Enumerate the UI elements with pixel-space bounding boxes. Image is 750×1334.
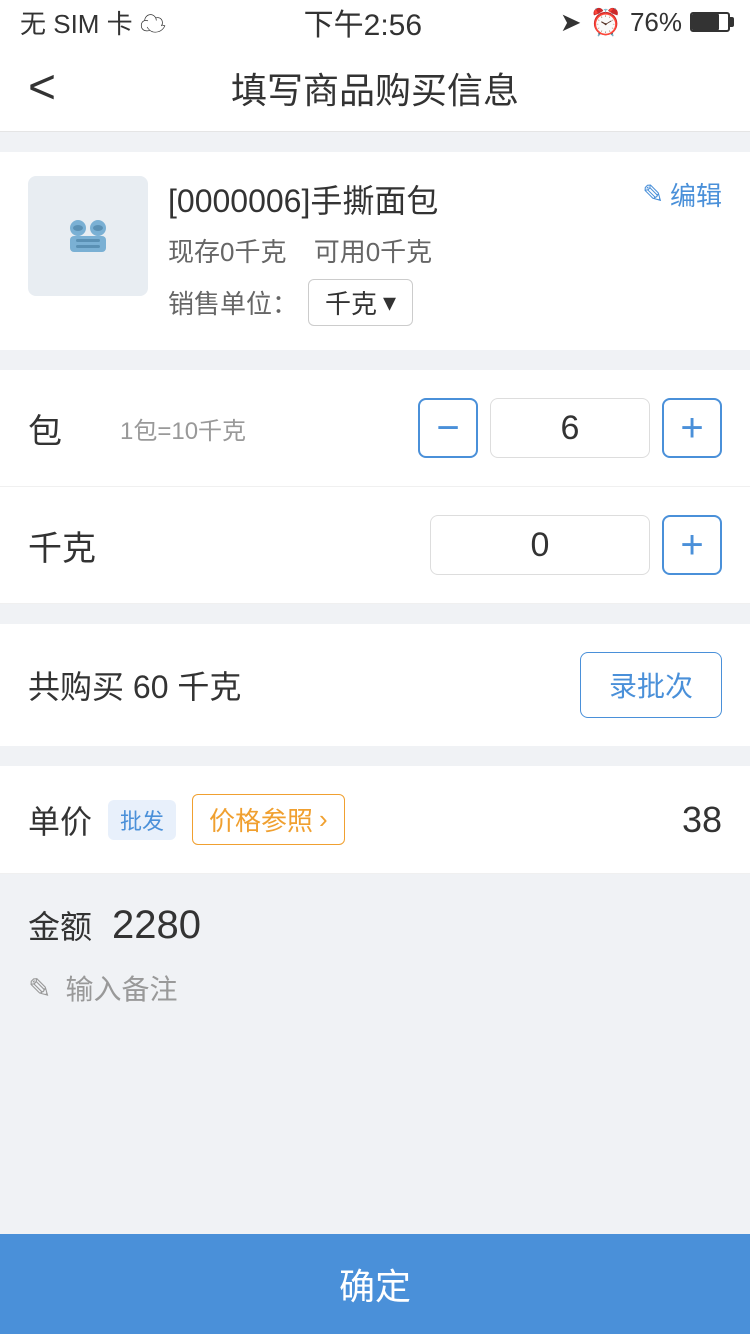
note-icon: ✎	[28, 972, 51, 1005]
unit-select[interactable]: 千克 ▾	[308, 279, 413, 326]
note-placeholder: 输入备注	[65, 968, 177, 1008]
nav-bar: < 填写商品购买信息	[0, 44, 750, 132]
status-left: 无 SIM 卡 ☁	[20, 4, 166, 41]
location-icon: ➤	[560, 7, 582, 38]
status-right: ➤ ⏰ 76%	[560, 7, 730, 38]
price-ref-arrow: ›	[319, 804, 328, 835]
battery-icon	[690, 12, 730, 32]
chevron-down-icon: ▾	[383, 287, 396, 318]
pifa-tag: 批发	[108, 800, 176, 840]
price-ref-label: 价格参照	[209, 801, 313, 838]
product-name: [0000006]手撕面包	[168, 176, 722, 222]
kg-label: 千克	[28, 521, 108, 570]
footer: 确定	[0, 1234, 750, 1334]
confirm-button[interactable]: 确定	[0, 1234, 750, 1334]
bao-minus-button[interactable]: −	[418, 398, 478, 458]
batch-button[interactable]: 录批次	[580, 652, 722, 718]
status-time: 下午2:56	[304, 0, 422, 44]
back-icon: <	[28, 61, 56, 114]
product-info: [0000006]手撕面包 现存0千克 可用0千克 销售单位： 千克 ▾	[168, 176, 722, 326]
summary-row: 共购买 60 千克 录批次	[0, 624, 750, 746]
amount-label: 金额	[28, 902, 92, 948]
kg-qty-control: +	[430, 515, 722, 575]
kg-qty-input[interactable]	[430, 515, 650, 575]
back-button[interactable]: <	[28, 60, 56, 115]
price-section: 单价 批发 价格参照 › 38	[0, 766, 750, 874]
summary-text: 共购买 60 千克	[28, 662, 241, 708]
amount-row: 金额 2280	[28, 902, 722, 948]
edit-icon: ✎	[642, 179, 664, 210]
bao-qty-control: − +	[418, 398, 722, 458]
available-value: 可用0千克	[314, 237, 432, 267]
note-row[interactable]: ✎ 输入备注	[28, 968, 722, 1008]
product-stock: 现存0千克 可用0千克	[168, 232, 722, 269]
edit-button[interactable]: ✎ 编辑	[642, 176, 722, 213]
bao-label: 包	[28, 404, 108, 453]
status-bar: 无 SIM 卡 ☁ 下午2:56 ➤ ⏰ 76%	[0, 0, 750, 44]
battery-text: 76%	[630, 7, 682, 38]
bao-plus-button[interactable]: +	[662, 398, 722, 458]
unit-label: 销售单位：	[168, 284, 298, 321]
alarm-icon: ⏰	[590, 7, 622, 38]
edit-label: 编辑	[670, 176, 722, 213]
page-title: 填写商品购买信息	[231, 62, 519, 114]
price-ref-button[interactable]: 价格参照 ›	[192, 794, 345, 845]
stock-value: 现存0千克	[168, 237, 286, 267]
price-left: 单价 批发 价格参照 ›	[28, 794, 345, 845]
amount-section: 金额 2280 ✎ 输入备注	[0, 874, 750, 1036]
product-thumbnail	[28, 176, 148, 296]
bao-sublabel: 1包=10千克	[120, 411, 418, 446]
bao-row: 包 1包=10千克 − +	[0, 370, 750, 487]
price-label: 单价	[28, 797, 92, 843]
bao-section: 包 1包=10千克 − + 千克 +	[0, 370, 750, 604]
product-unit: 销售单位： 千克 ▾	[168, 279, 722, 326]
product-card: [0000006]手撕面包 现存0千克 可用0千克 销售单位： 千克 ▾ ✎ 编…	[0, 152, 750, 350]
kg-row: 千克 +	[0, 487, 750, 604]
amount-value: 2280	[112, 903, 201, 948]
no-sim-text: 无 SIM 卡 ☁	[20, 4, 166, 41]
price-value: 38	[682, 799, 722, 841]
bao-qty-input[interactable]	[490, 398, 650, 458]
unit-value: 千克	[325, 284, 377, 321]
price-row: 单价 批发 价格参照 › 38	[28, 794, 722, 845]
kg-plus-button[interactable]: +	[662, 515, 722, 575]
